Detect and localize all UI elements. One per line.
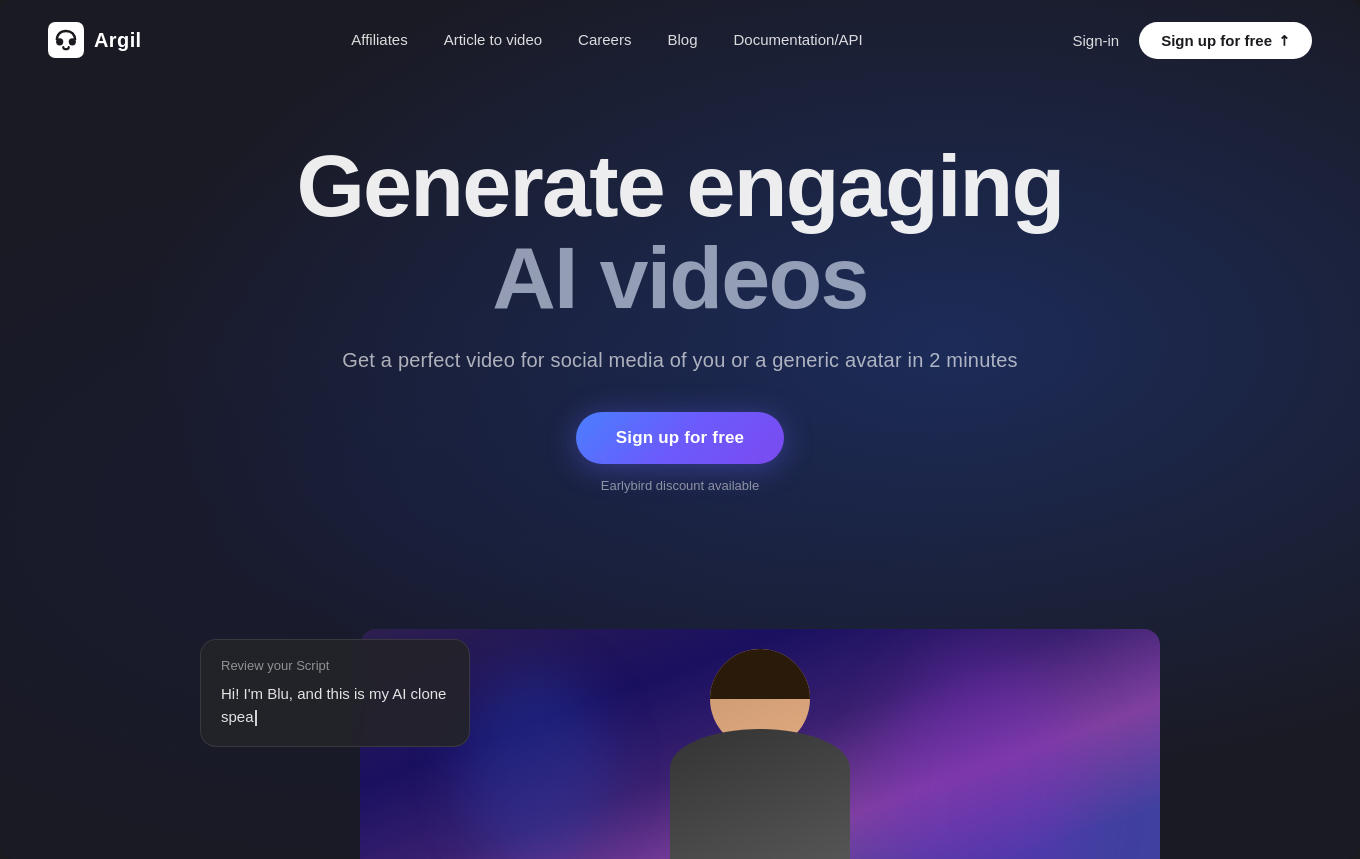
hero-title-line1: Generate engaging (296, 136, 1063, 235)
nav-item-blog[interactable]: Blog (667, 31, 697, 49)
signin-link[interactable]: Sign-in (1072, 32, 1119, 49)
logo-area[interactable]: Argil (48, 22, 142, 58)
blue-light-decoration (460, 669, 610, 859)
person-body (670, 729, 850, 859)
script-review-card: Review your Script Hi! I'm Blu, and this… (200, 639, 470, 747)
hero-cta: Sign up for free Earlybird discount avai… (0, 412, 1360, 493)
svg-point-2 (69, 38, 76, 45)
argil-logo-icon (48, 22, 84, 58)
nav-item-docs[interactable]: Documentation/API (733, 31, 862, 49)
preview-area: Review your Script Hi! I'm Blu, and this… (200, 629, 1160, 859)
person-avatar (610, 639, 910, 859)
script-card-content: Hi! I'm Blu, and this is my AI clone spe… (221, 683, 449, 728)
hero-title: Generate engaging AI videos (0, 140, 1360, 325)
hero-section: Generate engaging AI videos Get a perfec… (0, 80, 1360, 493)
nav-item-careers[interactable]: Careers (578, 31, 631, 49)
navbar: Argil Affiliates Article to video Career… (0, 0, 1360, 80)
hero-subtitle: Get a perfect video for social media of … (0, 349, 1360, 372)
svg-point-1 (56, 38, 63, 45)
page-wrapper: Argil Affiliates Article to video Career… (0, 0, 1360, 859)
hero-signup-button[interactable]: Sign up for free (576, 412, 784, 464)
nav-item-article-to-video[interactable]: Article to video (444, 31, 542, 49)
arrow-icon: ↗ (1274, 30, 1294, 50)
purple-light-decoration (880, 649, 1080, 859)
svg-rect-0 (48, 22, 84, 58)
script-card-title: Review your Script (221, 658, 449, 673)
logo-text: Argil (94, 29, 142, 52)
video-preview (360, 629, 1160, 859)
nav-item-affiliates[interactable]: Affiliates (351, 31, 407, 49)
nav-right: Sign-in Sign up for free ↗ (1072, 22, 1312, 59)
nav-links: Affiliates Article to video Careers Blog… (351, 31, 862, 49)
hero-title-line2: AI videos (492, 228, 867, 327)
signup-button-navbar[interactable]: Sign up for free ↗ (1139, 22, 1312, 59)
text-cursor (255, 710, 257, 726)
earlybird-text: Earlybird discount available (601, 478, 759, 493)
